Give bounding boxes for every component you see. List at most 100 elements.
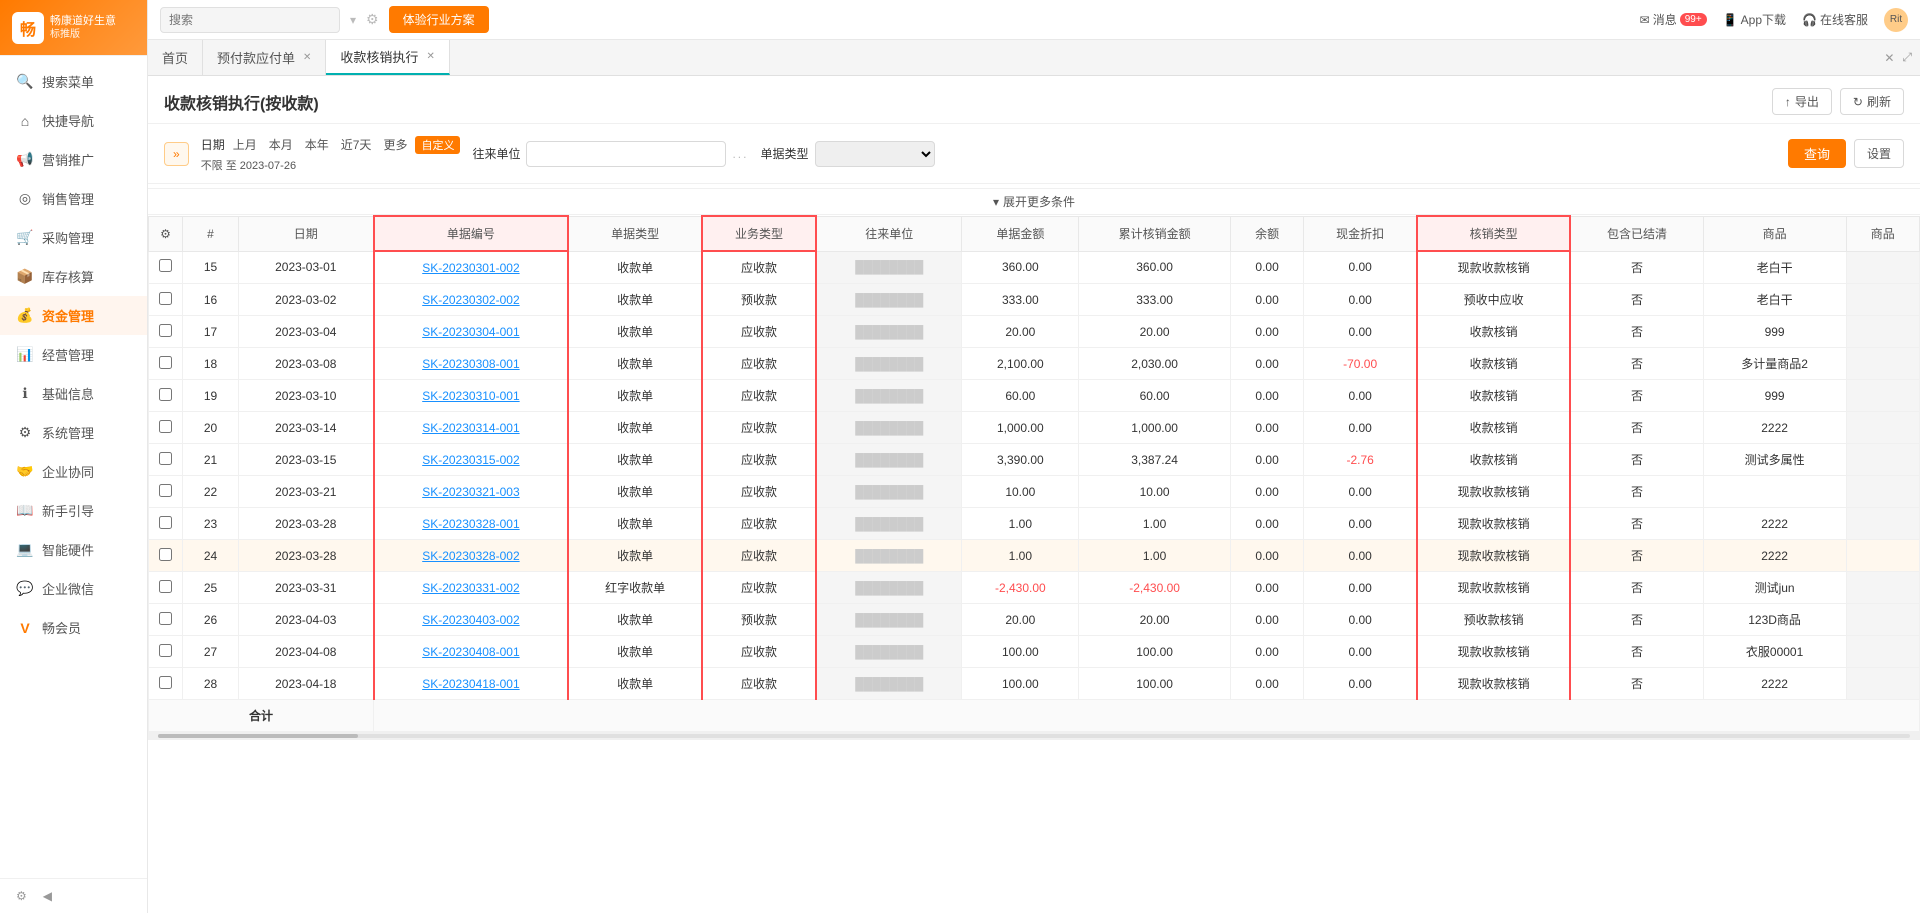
doc-no-link[interactable]: SK-20230418-001 [422,677,519,691]
sidebar-item-purchase[interactable]: 🛒 采购管理 [0,218,147,257]
tab-close-prepay[interactable]: ✕ [303,52,311,63]
sidebar-item-sales[interactable]: ◎ 销售管理 [0,179,147,218]
cell-checkbox[interactable] [149,412,183,444]
setting-button[interactable]: 设置 [1854,139,1904,168]
row-checkbox[interactable] [159,356,172,369]
collapse-icon[interactable]: ◀ [43,889,52,903]
tab-collection[interactable]: 收款核销执行 ✕ [326,40,449,75]
cell-partner: ████████ [816,412,962,444]
sidebar-item-guide[interactable]: 📖 新手引导 [0,491,147,530]
cell-checkbox[interactable] [149,316,183,348]
doc-no-link[interactable]: SK-20230301-002 [422,261,519,275]
tab-close-icon[interactable]: ✕ [1884,51,1894,65]
message-item[interactable]: ✉ 消息 99+ [1640,11,1707,28]
app-download-item[interactable]: 📱 App下载 [1723,11,1786,28]
row-checkbox[interactable] [159,420,172,433]
tab-expand-icon[interactable]: ⤢ [1902,50,1912,65]
settings-icon[interactable]: ⚙ [366,11,379,28]
export-button[interactable]: ↑ 导出 [1772,88,1832,115]
doc-no-link[interactable]: SK-20230408-001 [422,645,519,659]
date-btn-this-year[interactable]: 本年 [301,134,333,155]
sidebar-item-system[interactable]: ⚙ 系统管理 [0,413,147,452]
filter-expand-button[interactable]: » [164,142,189,166]
sidebar-item-finance[interactable]: 💰 资金管理 [0,296,147,335]
doc-no-link[interactable]: SK-20230331-002 [422,581,519,595]
doc-no-link[interactable]: SK-20230314-001 [422,421,519,435]
doc-no-link[interactable]: SK-20230328-001 [422,517,519,531]
scrollbar-area[interactable] [148,732,1920,740]
sidebar-item-hardware[interactable]: 💻 智能硬件 [0,530,147,569]
date-btn-more[interactable]: 更多 [379,134,411,155]
cell-checkbox[interactable] [149,476,183,508]
doctype-select[interactable] [815,141,935,167]
row-checkbox[interactable] [159,324,172,337]
cell-checkbox[interactable] [149,251,183,284]
row-checkbox[interactable] [159,388,172,401]
query-button[interactable]: 查询 [1788,139,1846,168]
doc-no-link[interactable]: SK-20230310-001 [422,389,519,403]
cell-goods2 [1846,348,1919,380]
cell-include-settled: 否 [1570,380,1703,412]
row-checkbox[interactable] [159,580,172,593]
doc-no-link[interactable]: SK-20230315-002 [422,453,519,467]
cell-checkbox[interactable] [149,380,183,412]
sidebar-item-enterprise[interactable]: 🤝 企业协同 [0,452,147,491]
cell-balance: 0.00 [1230,284,1303,316]
row-checkbox[interactable] [159,259,172,272]
partner-input[interactable] [526,141,726,167]
row-checkbox[interactable] [159,484,172,497]
cell-balance: 0.00 [1230,444,1303,476]
doc-no-link[interactable]: SK-20230321-003 [422,485,519,499]
doc-no-link[interactable]: SK-20230308-001 [422,357,519,371]
tab-home[interactable]: 首页 [148,40,203,75]
doc-no-link[interactable]: SK-20230403-002 [422,613,519,627]
cell-checkbox[interactable] [149,572,183,604]
sidebar-item-quicknav[interactable]: ⌂ 快捷导航 [0,101,147,140]
cell-checkbox[interactable] [149,668,183,700]
cell-goods: 老白干 [1703,251,1846,284]
row-checkbox[interactable] [159,676,172,689]
dropdown-icon[interactable]: ▾ [350,13,356,27]
online-service-item[interactable]: 🎧 在线客服 [1802,11,1868,28]
cell-cash-discount: 0.00 [1304,636,1417,668]
row-checkbox[interactable] [159,516,172,529]
sidebar-item-marketing[interactable]: 📢 营销推广 [0,140,147,179]
search-input[interactable] [160,7,340,33]
industry-solution-button[interactable]: 体验行业方案 [389,6,489,33]
cell-goods: 123D商品 [1703,604,1846,636]
sidebar-item-operation[interactable]: 📊 经营管理 [0,335,147,374]
th-settings[interactable]: ⚙ [149,216,183,251]
cell-checkbox[interactable] [149,284,183,316]
cell-checkbox[interactable] [149,540,183,572]
user-avatar[interactable]: Rit [1884,8,1908,32]
date-btn-custom[interactable]: 自定义 [415,136,460,154]
row-checkbox[interactable] [159,452,172,465]
cell-checkbox[interactable] [149,604,183,636]
cell-checkbox[interactable] [149,508,183,540]
row-checkbox[interactable] [159,292,172,305]
sidebar-item-wechat[interactable]: 💬 企业微信 [0,569,147,608]
row-checkbox[interactable] [159,644,172,657]
expand-more-btn[interactable]: ▾ 展开更多条件 [148,188,1920,215]
doc-no-link[interactable]: SK-20230328-002 [422,549,519,563]
date-btn-7days[interactable]: 近7天 [337,134,376,155]
tab-close-collection[interactable]: ✕ [426,51,434,62]
doc-no-link[interactable]: SK-20230302-002 [422,293,519,307]
cell-checkbox[interactable] [149,636,183,668]
row-checkbox[interactable] [159,612,172,625]
doc-no-link[interactable]: SK-20230304-001 [422,325,519,339]
cell-checkbox[interactable] [149,348,183,380]
sidebar-item-member[interactable]: V 畅会员 [0,608,147,647]
cell-checkbox[interactable] [149,444,183,476]
sidebar-item-basic[interactable]: ℹ 基础信息 [0,374,147,413]
date-btn-prev-month[interactable]: 上月 [229,134,261,155]
cell-cash-discount: 0.00 [1304,476,1417,508]
tab-prepay[interactable]: 预付款应付单 ✕ [203,40,326,75]
sidebar-item-search[interactable]: 🔍 搜索菜单 [0,62,147,101]
sidebar-item-inventory[interactable]: 📦 库存核算 [0,257,147,296]
refresh-button[interactable]: ↻ 刷新 [1840,88,1904,115]
cell-writeoff-type: 现款收款核销 [1417,668,1570,700]
settings-bottom-icon[interactable]: ⚙ [16,889,27,903]
date-btn-this-month[interactable]: 本月 [265,134,297,155]
row-checkbox[interactable] [159,548,172,561]
